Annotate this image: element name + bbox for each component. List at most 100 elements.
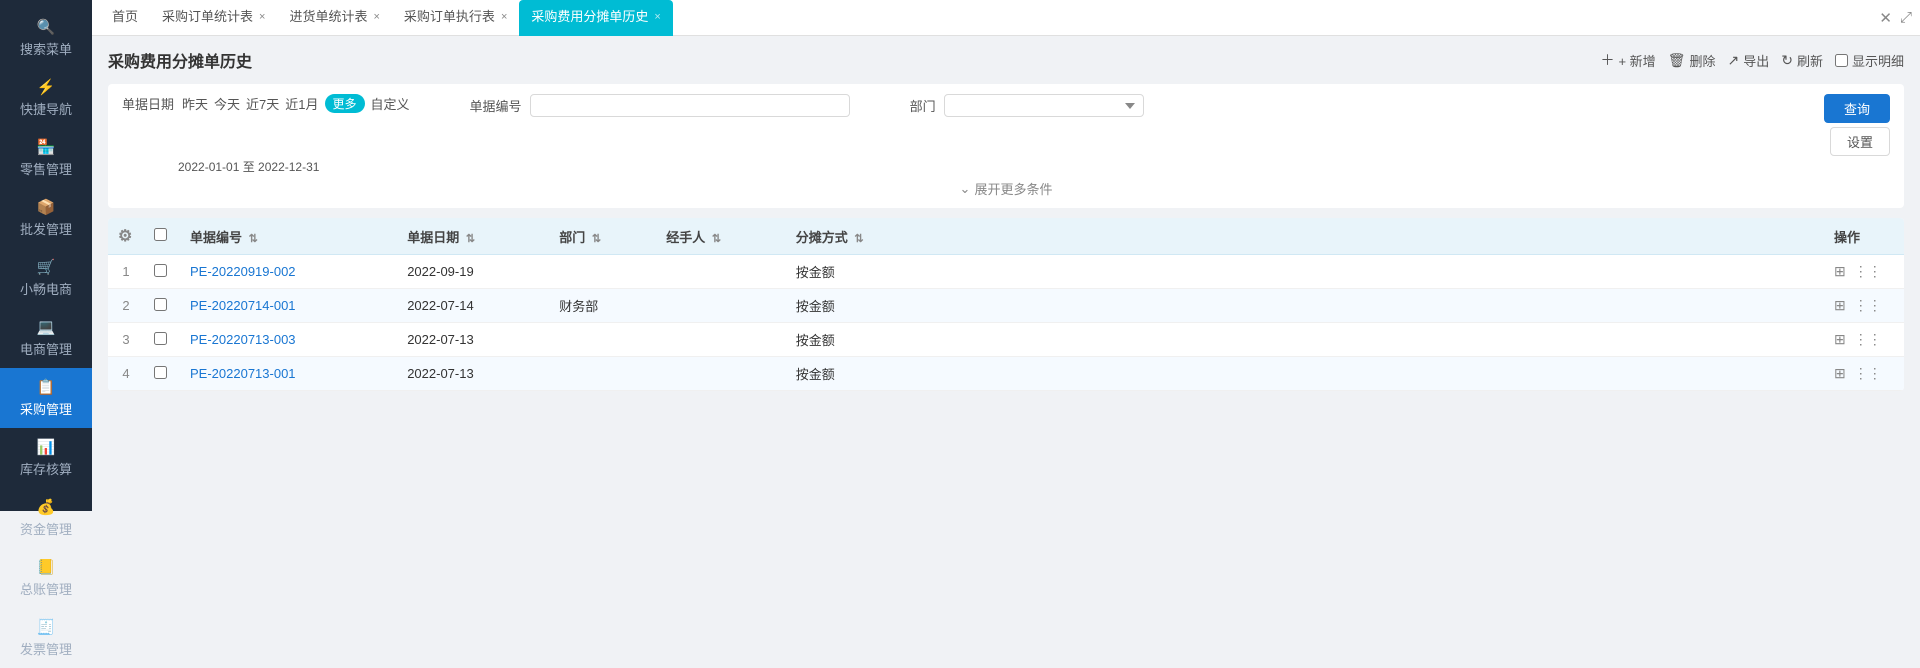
search-icon: 🔍 <box>37 18 56 36</box>
col-header-handler: 经手人 ⇅ <box>656 218 786 255</box>
sidebar-item-invoice[interactable]: 🧾 发票管理 <box>0 608 92 668</box>
row-select-2[interactable] <box>154 298 167 311</box>
doc-no-link-3[interactable]: PE-20220713-003 <box>190 332 296 347</box>
row-select-3[interactable] <box>154 332 167 345</box>
table-row: 3 PE-20220713-003 2022-07-13 按金额 ⊞ ⋮⋮ <box>108 323 1904 357</box>
view-icon-3[interactable]: ⊞ <box>1834 331 1846 348</box>
cell-split-method-1: 按金额 <box>786 255 1824 289</box>
cell-dept-4 <box>549 357 656 391</box>
shortcut-today[interactable]: 今天 <box>214 94 240 113</box>
sort-doc-no-icon[interactable]: ⇅ <box>249 233 258 245</box>
more-icon-2[interactable]: ⋮⋮ <box>1854 297 1882 314</box>
sidebar-item-ledger[interactable]: 📒 总账管理 <box>0 548 92 608</box>
shortcut-7days[interactable]: 近7天 <box>246 94 279 113</box>
sidebar-item-ecom-small[interactable]: 🛒 小畅电商 <box>0 248 92 308</box>
column-settings-icon[interactable]: ⚙ <box>118 228 132 245</box>
doc-no-link-2[interactable]: PE-20220714-001 <box>190 298 296 313</box>
cell-handler-1 <box>656 255 786 289</box>
shortcut-yesterday[interactable]: 昨天 <box>182 94 208 113</box>
cell-handler-3 <box>656 323 786 357</box>
row-num-1: 1 <box>108 255 144 289</box>
page-title: 采购费用分摊单历史 <box>108 48 252 72</box>
view-icon-1[interactable]: ⊞ <box>1834 263 1846 280</box>
sidebar-item-wholesale[interactable]: 📦 批发管理 <box>0 188 92 248</box>
col-settings: ⚙ <box>108 218 144 255</box>
cell-dept-1 <box>549 255 656 289</box>
invoice-icon: 🧾 <box>37 618 56 636</box>
add-button[interactable]: ＋ + 新增 <box>1600 50 1655 70</box>
cell-dept-3 <box>549 323 656 357</box>
dept-select[interactable] <box>944 94 1144 117</box>
refresh-button[interactable]: ↻ 刷新 <box>1781 51 1823 70</box>
cell-date-1: 2022-09-19 <box>397 255 549 289</box>
sort-split-icon[interactable]: ⇅ <box>854 233 863 245</box>
sidebar-item-finance[interactable]: 💰 资金管理 <box>0 488 92 548</box>
add-icon: ＋ <box>1600 50 1614 70</box>
shortcut-1month[interactable]: 近1月 <box>285 94 318 113</box>
tab-close-purchase-order-exec[interactable]: × <box>501 0 507 35</box>
sidebar-item-ecom-mgr[interactable]: 💻 电商管理 <box>0 308 92 368</box>
cell-doc-no-3: PE-20220713-003 <box>180 323 397 357</box>
ledger-icon: 📒 <box>37 558 56 576</box>
tab-purchase-order-stats[interactable]: 采购订单统计表 × <box>150 0 277 36</box>
date-range-text: 2022-01-01 至 2022-12-31 <box>178 160 319 174</box>
tab-bar-right: ✕ ⤢ <box>1879 9 1912 27</box>
data-table: ⚙ 单据编号 ⇅ 单据日期 ⇅ <box>108 218 1904 391</box>
query-button[interactable]: 查询 <box>1824 94 1890 123</box>
wholesale-icon: 📦 <box>37 198 56 216</box>
export-button[interactable]: ↗ 导出 <box>1727 51 1769 70</box>
sort-dept-icon[interactable]: ⇅ <box>592 233 601 245</box>
tab-close-purchase-order-stats[interactable]: × <box>259 0 265 35</box>
cell-actions-1: ⊞ ⋮⋮ <box>1824 255 1904 289</box>
sidebar-item-quick-nav[interactable]: ⚡ 快捷导航 <box>0 68 92 128</box>
more-icon-4[interactable]: ⋮⋮ <box>1854 365 1882 382</box>
purchase-icon: 📋 <box>37 378 56 396</box>
sort-handler-icon[interactable]: ⇅ <box>712 233 721 245</box>
doc-no-link-4[interactable]: PE-20220713-001 <box>190 366 296 381</box>
row-select-4[interactable] <box>154 366 167 379</box>
doc-no-filter-group: 单据编号 <box>470 94 850 117</box>
page-title-row: 采购费用分摊单历史 ＋ + 新增 🗑 删除 ↗ 导出 ↻ 刷新 <box>108 48 1904 72</box>
tab-purchase-order-exec[interactable]: 采购订单执行表 × <box>392 0 519 36</box>
show-columns-toggle[interactable]: 显示明细 <box>1835 51 1904 70</box>
cell-doc-no-4: PE-20220713-001 <box>180 357 397 391</box>
table-row: 4 PE-20220713-001 2022-07-13 按金额 ⊞ ⋮⋮ <box>108 357 1904 391</box>
doc-no-link-1[interactable]: PE-20220919-002 <box>190 264 296 279</box>
view-icon-2[interactable]: ⊞ <box>1834 297 1846 314</box>
more-icon-3[interactable]: ⋮⋮ <box>1854 331 1882 348</box>
cell-date-3: 2022-07-13 <box>397 323 549 357</box>
ecom-small-icon: 🛒 <box>37 258 56 276</box>
delete-button[interactable]: 🗑 删除 <box>1668 51 1716 70</box>
tab-close-purchase-cost-split[interactable]: × <box>654 0 660 35</box>
row-checkbox-2 <box>144 289 180 323</box>
view-icon-4[interactable]: ⊞ <box>1834 365 1846 382</box>
date-filter-label: 单据日期 <box>122 94 174 113</box>
dept-filter-group: 部门 <box>910 94 1144 117</box>
tab-close-incoming-stats[interactable]: × <box>373 0 379 35</box>
shortcut-more[interactable]: 更多 <box>325 94 365 113</box>
more-icon-1[interactable]: ⋮⋮ <box>1854 263 1882 280</box>
col-header-actions: 操作 <box>1824 218 1904 255</box>
delete-icon: 🗑 <box>1668 52 1686 69</box>
expand-more-btn[interactable]: ⌄ 展开更多条件 <box>122 179 1890 198</box>
cell-handler-2 <box>656 289 786 323</box>
shortcut-custom[interactable]: 自定义 <box>371 94 410 113</box>
sidebar-item-retail[interactable]: 🏪 零售管理 <box>0 128 92 188</box>
sidebar-item-purchase[interactable]: 📋 采购管理 <box>0 368 92 428</box>
close-window-icon[interactable]: ✕ <box>1879 9 1892 27</box>
tab-home[interactable]: 首页 <box>100 0 150 36</box>
tab-purchase-cost-split[interactable]: 采购费用分摊单历史 × <box>519 0 672 36</box>
sidebar-item-search[interactable]: 🔍 搜索菜单 <box>0 8 92 68</box>
tab-incoming-stats[interactable]: 进货单统计表 × <box>277 0 391 36</box>
sort-date-icon[interactable]: ⇅ <box>466 233 475 245</box>
select-all-checkbox[interactable] <box>154 228 167 241</box>
doc-no-input[interactable] <box>530 94 850 117</box>
show-columns-checkbox[interactable] <box>1835 54 1848 67</box>
row-checkbox-3 <box>144 323 180 357</box>
settings-button[interactable]: 设置 <box>1830 127 1890 156</box>
finance-icon: 💰 <box>37 498 56 516</box>
row-select-1[interactable] <box>154 264 167 277</box>
ecom-mgr-icon: 💻 <box>37 318 56 336</box>
sidebar-item-inventory[interactable]: 📊 库存核算 <box>0 428 92 488</box>
maximize-icon[interactable]: ⤢ <box>1900 9 1912 26</box>
